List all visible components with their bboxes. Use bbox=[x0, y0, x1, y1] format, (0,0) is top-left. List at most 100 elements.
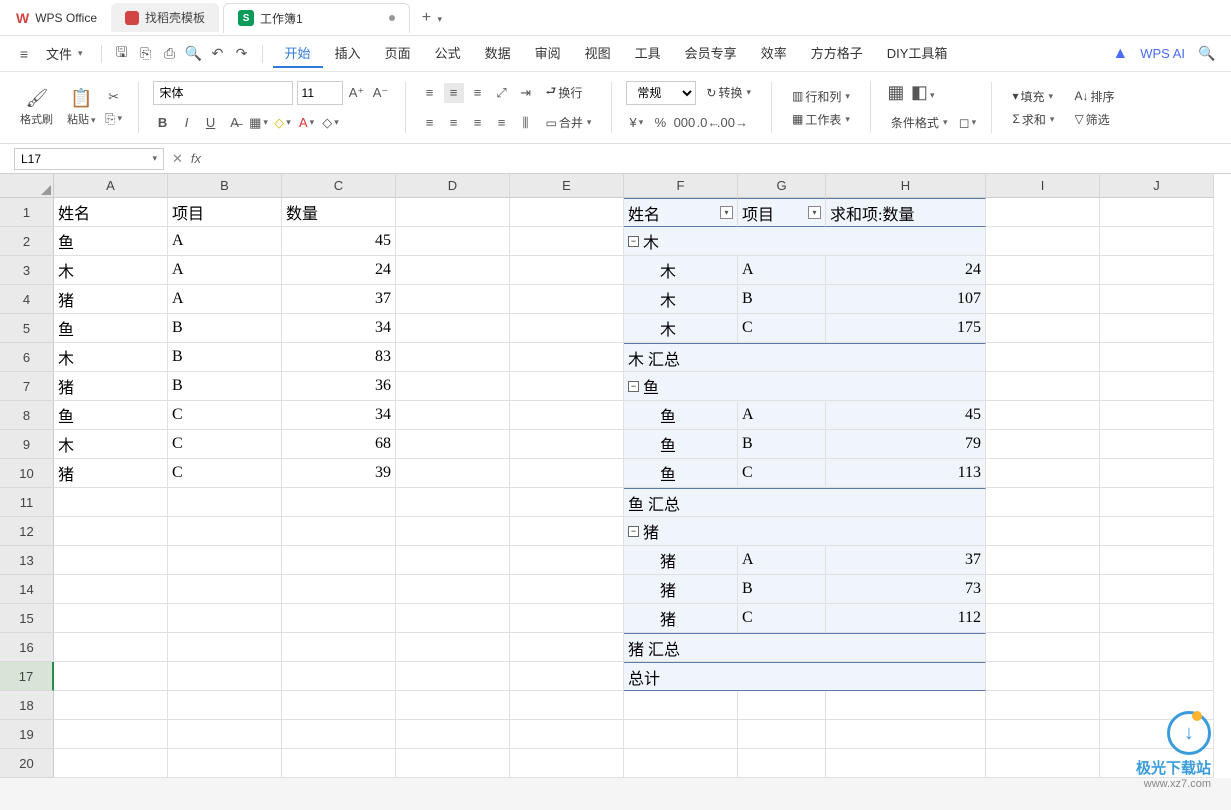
cell[interactable] bbox=[986, 575, 1100, 604]
pivot-cell[interactable]: 113 bbox=[826, 459, 986, 488]
cell[interactable] bbox=[624, 720, 738, 749]
cell[interactable] bbox=[396, 488, 510, 517]
cell-header[interactable]: 数量 bbox=[282, 198, 396, 227]
pivot-cell[interactable]: C bbox=[738, 604, 826, 633]
cell[interactable]: 木 bbox=[54, 343, 168, 372]
indent-icon[interactable]: ⇥ bbox=[516, 83, 536, 103]
cell[interactable]: 36 bbox=[282, 372, 396, 401]
cell[interactable] bbox=[986, 749, 1100, 778]
column-header-E[interactable]: E bbox=[510, 174, 624, 198]
cell[interactable] bbox=[54, 720, 168, 749]
row-header-18[interactable]: 18 bbox=[0, 691, 54, 720]
clear-format-icon[interactable]: ◇▾ bbox=[321, 113, 341, 133]
row-header-20[interactable]: 20 bbox=[0, 749, 54, 778]
cell[interactable] bbox=[826, 749, 986, 778]
cell[interactable] bbox=[396, 256, 510, 285]
cell[interactable]: 83 bbox=[282, 343, 396, 372]
pivot-cell[interactable]: 猪 汇总 bbox=[624, 633, 986, 662]
italic-icon[interactable]: I bbox=[177, 113, 197, 133]
underline-icon[interactable]: U bbox=[201, 113, 221, 133]
menu-会员专享[interactable]: 会员专享 bbox=[673, 39, 749, 68]
cell[interactable] bbox=[510, 401, 624, 430]
cell[interactable] bbox=[282, 691, 396, 720]
fill-button[interactable]: ▾ 填充▾ bbox=[1006, 86, 1060, 107]
cell[interactable] bbox=[624, 691, 738, 720]
cell[interactable]: C bbox=[168, 459, 282, 488]
increase-decimal-icon[interactable]: .00→ bbox=[722, 113, 742, 133]
cell[interactable] bbox=[282, 749, 396, 778]
align-left-icon[interactable]: ≡ bbox=[420, 113, 440, 133]
sort-button[interactable]: A↓ 排序 bbox=[1068, 86, 1120, 107]
formula-input[interactable] bbox=[209, 148, 1217, 170]
cell[interactable]: B bbox=[168, 372, 282, 401]
pivot-cell[interactable]: 猪 bbox=[624, 604, 738, 633]
cell[interactable] bbox=[168, 749, 282, 778]
cell[interactable] bbox=[396, 198, 510, 227]
cell[interactable] bbox=[986, 227, 1100, 256]
cell[interactable] bbox=[510, 662, 624, 691]
number-format-select[interactable]: 常规 bbox=[626, 81, 696, 105]
column-header-H[interactable]: H bbox=[826, 174, 986, 198]
cell[interactable]: 34 bbox=[282, 401, 396, 430]
menu-视图[interactable]: 视图 bbox=[573, 39, 623, 68]
pivot-cell[interactable]: 鱼 bbox=[624, 459, 738, 488]
cell[interactable] bbox=[1100, 372, 1214, 401]
pivot-cell[interactable]: 鱼 汇总 bbox=[624, 488, 986, 517]
pivot-cell[interactable]: −鱼 bbox=[624, 372, 986, 401]
print-icon[interactable]: ⎙ bbox=[160, 45, 180, 62]
cell[interactable] bbox=[54, 604, 168, 633]
cell[interactable]: 68 bbox=[282, 430, 396, 459]
cell[interactable] bbox=[282, 488, 396, 517]
pivot-cell[interactable]: 45 bbox=[826, 401, 986, 430]
cell[interactable]: 猪 bbox=[54, 459, 168, 488]
pivot-cell[interactable]: 鱼 bbox=[624, 401, 738, 430]
cell[interactable] bbox=[1100, 546, 1214, 575]
cell[interactable] bbox=[54, 517, 168, 546]
pivot-cell[interactable]: 73 bbox=[826, 575, 986, 604]
decrease-font-icon[interactable]: A⁻ bbox=[371, 83, 391, 103]
font-family-select[interactable] bbox=[153, 81, 293, 105]
cell[interactable] bbox=[1100, 488, 1214, 517]
hamburger-icon[interactable]: ≡ bbox=[14, 46, 34, 62]
row-header-9[interactable]: 9 bbox=[0, 430, 54, 459]
cell[interactable] bbox=[168, 720, 282, 749]
row-header-11[interactable]: 11 bbox=[0, 488, 54, 517]
column-header-B[interactable]: B bbox=[168, 174, 282, 198]
cell[interactable]: 39 bbox=[282, 459, 396, 488]
align-center-icon[interactable]: ≡ bbox=[444, 113, 464, 133]
save-icon[interactable]: 🖫 bbox=[112, 42, 132, 66]
cell[interactable] bbox=[738, 720, 826, 749]
rowcol-button[interactable]: ▥ 行和列▾ bbox=[786, 86, 856, 107]
row-header-14[interactable]: 14 bbox=[0, 575, 54, 604]
cell[interactable] bbox=[986, 314, 1100, 343]
row-header-12[interactable]: 12 bbox=[0, 517, 54, 546]
cell[interactable] bbox=[168, 604, 282, 633]
cell[interactable] bbox=[738, 749, 826, 778]
pivot-cell[interactable]: A bbox=[738, 546, 826, 575]
cell[interactable] bbox=[986, 401, 1100, 430]
cell[interactable] bbox=[54, 488, 168, 517]
cell[interactable] bbox=[510, 430, 624, 459]
cell[interactable] bbox=[282, 546, 396, 575]
cell[interactable] bbox=[168, 575, 282, 604]
cell[interactable] bbox=[1100, 575, 1214, 604]
cell[interactable] bbox=[1100, 459, 1214, 488]
menu-审阅[interactable]: 审阅 bbox=[523, 39, 573, 68]
cell[interactable] bbox=[282, 575, 396, 604]
cell[interactable] bbox=[826, 691, 986, 720]
menu-公式[interactable]: 公式 bbox=[423, 39, 473, 68]
filter-dropdown-icon[interactable]: ▾ bbox=[808, 206, 821, 219]
cell[interactable] bbox=[510, 749, 624, 778]
cell[interactable] bbox=[986, 633, 1100, 662]
align-bottom-icon[interactable]: ≡ bbox=[468, 83, 488, 103]
row-header-13[interactable]: 13 bbox=[0, 546, 54, 575]
cell-header[interactable]: 姓名 bbox=[54, 198, 168, 227]
pivot-cell[interactable]: 175 bbox=[826, 314, 986, 343]
filter-dropdown-icon[interactable]: ▾ bbox=[720, 206, 733, 219]
cell[interactable] bbox=[396, 633, 510, 662]
cell[interactable] bbox=[986, 546, 1100, 575]
pivot-cell[interactable]: −猪 bbox=[624, 517, 986, 546]
column-header-G[interactable]: G bbox=[738, 174, 826, 198]
cell[interactable] bbox=[396, 604, 510, 633]
decrease-decimal-icon[interactable]: .0← bbox=[698, 113, 718, 133]
